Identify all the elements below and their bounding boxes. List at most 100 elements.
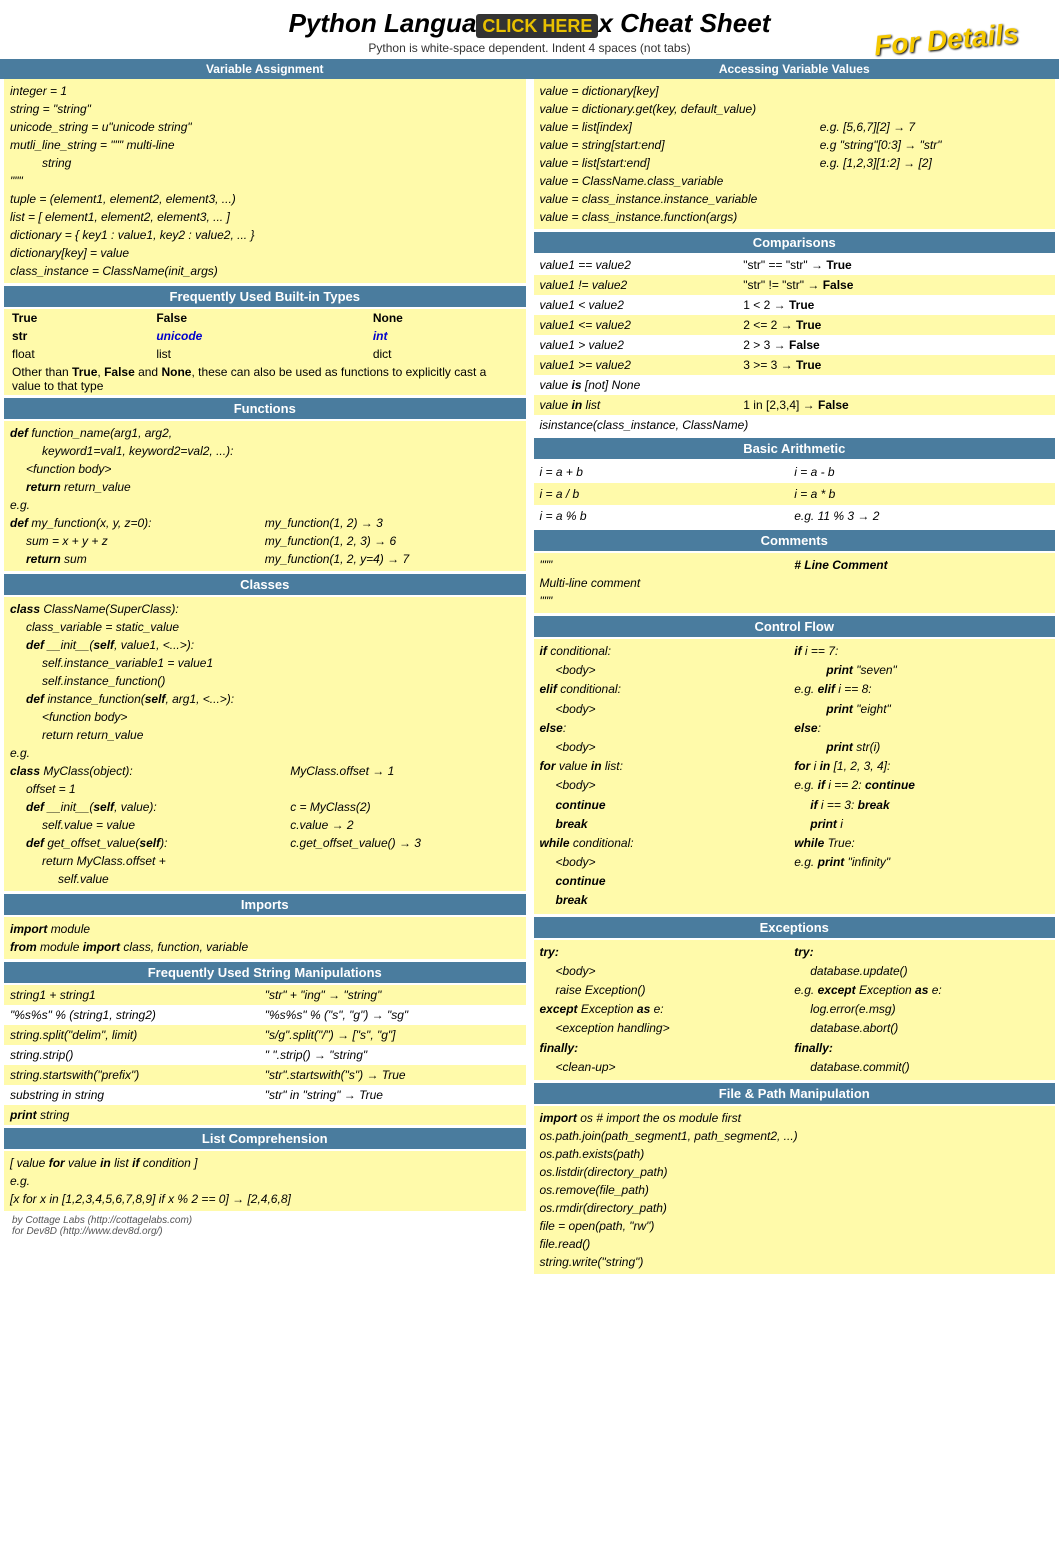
types-table: True False None str unicode int float li… [4, 309, 526, 395]
class-eg-row: class MyClass(object): offset = 1 def __… [10, 762, 520, 888]
control-flow-block: if conditional: <body> elif conditional:… [534, 639, 1056, 914]
file-line: os.remove(file_path) [540, 1181, 1050, 1199]
comp-row: value is [not] None [534, 375, 1056, 395]
file-header: File & Path Manipulation [534, 1083, 1056, 1104]
control-flow-header: Control Flow [534, 616, 1056, 637]
var-line: class_instance = ClassName(init_args) [10, 262, 520, 280]
var-line: dictionary[key] = value [10, 244, 520, 262]
comments-block: """ Multi-line comment """ # Line Commen… [534, 553, 1056, 613]
main-layout: integer = 1 string = "string" unicode_st… [0, 79, 1059, 1274]
cf-left: if conditional: <body> elif conditional:… [540, 642, 795, 911]
func-eg-row: def my_function(x, y, z=0): sum = x + y … [10, 514, 520, 568]
sm-row: substring in string "str" in "string" → … [4, 1085, 526, 1105]
class-line: def instance_function(self, arg1, <...>)… [10, 690, 520, 708]
var-line: string [10, 154, 520, 172]
type-cell: int [365, 327, 526, 345]
func-result: my_function(1, 2, y=4) → 7 [265, 550, 520, 568]
type-cell: float [4, 345, 148, 363]
class-result: c.value → 2 [290, 816, 519, 834]
comp-row: value1 != value2 "str" != "str" → False [534, 275, 1056, 295]
class-line: self.value = value [10, 816, 290, 834]
comp-row: value1 < value2 1 < 2 → True [534, 295, 1056, 315]
var-line: dictionary = { key1 : value1, key2 : val… [10, 226, 520, 244]
var-line: list = [ element1, element2, element3, .… [10, 208, 520, 226]
access-row: value = list[index] e.g. [5,6,7][2] → 7 [540, 118, 1050, 136]
func-line: keyword1=val1, keyword2=val2, ...): [10, 442, 520, 460]
class-result [290, 780, 519, 798]
file-line: string.write("string") [540, 1253, 1050, 1271]
class-line: class MyClass(object): [10, 762, 290, 780]
right-column: value = dictionary[key] value = dictiona… [530, 79, 1059, 1274]
comp-row: value1 <= value2 2 <= 2 → True [534, 315, 1056, 335]
file-line: os.rmdir(directory_path) [540, 1199, 1050, 1217]
func-line: return sum [10, 550, 265, 568]
var-line: integer = 1 [10, 82, 520, 100]
type-cell: unicode [148, 327, 365, 345]
access-row: value = list[start:end] e.g. [1,2,3][1:2… [540, 154, 1050, 172]
control-flow-content: if conditional: <body> elif conditional:… [540, 642, 1050, 911]
title-after: x Cheat Sheet [598, 8, 770, 38]
comparisons-header: Comparisons [534, 232, 1056, 253]
comp-row: value in list 1 in [2,3,4] → False [534, 395, 1056, 415]
functions-block: def function_name(arg1, arg2, keyword1=v… [4, 421, 526, 571]
type-cell: list [148, 345, 365, 363]
lc-line: [ value for value in list if condition ] [10, 1154, 520, 1172]
func-line: sum = x + y + z [10, 532, 265, 550]
comment-line: """ [540, 592, 795, 610]
sm-row: string.strip() " ".strip() → "string" [4, 1045, 526, 1065]
arith-row: i = a % b e.g. 11 % 3 → 2 [534, 505, 1056, 527]
class-line: return MyClass.offset + [10, 852, 290, 870]
import-line: from module import class, function, vari… [10, 938, 520, 956]
imports-header: Imports [4, 894, 526, 915]
footer-line1: by Cottage Labs (http://cottagelabs.com) [12, 1215, 518, 1226]
exceptions-header: Exceptions [534, 917, 1056, 938]
arith-row: i = a / b i = a * b [534, 483, 1056, 505]
comment-line: # Line Comment [794, 556, 1049, 574]
access-row: value = string[start:end] e.g "string"[0… [540, 136, 1050, 154]
top-header-row: Variable Assignment Accessing Variable V… [0, 59, 1059, 79]
var-line: unicode_string = u"unicode string" [10, 118, 520, 136]
class-line: offset = 1 [10, 780, 290, 798]
access-row: value = class_instance.instance_variable [540, 190, 1050, 208]
func-line: <function body> [10, 460, 520, 478]
class-result: MyClass.offset → 1 [290, 762, 519, 780]
var-assign-header: Variable Assignment [0, 59, 530, 79]
list-comp-header: List Comprehension [4, 1128, 526, 1149]
left-column: integer = 1 string = "string" unicode_st… [0, 79, 530, 1274]
comp-row: value1 > value2 2 > 3 → False [534, 335, 1056, 355]
func-line: def function_name(arg1, arg2, [10, 424, 520, 442]
strings-block: string1 + string1 "str" + "ing" → "strin… [4, 985, 526, 1125]
class-line: class ClassName(SuperClass): [10, 600, 520, 618]
footer: by Cottage Labs (http://cottagelabs.com)… [4, 1211, 526, 1241]
type-cell: None [365, 309, 526, 327]
access-row: value = class_instance.function(args) [540, 208, 1050, 226]
comments-row: """ Multi-line comment """ # Line Commen… [540, 556, 1050, 610]
table-row: float list dict [4, 345, 526, 363]
sm-row: string.startswith("prefix") "str".starts… [4, 1065, 526, 1085]
arithmetic-header: Basic Arithmetic [534, 438, 1056, 459]
footer-line2: for Dev8D (http://www.dev8d.org/) [12, 1226, 518, 1237]
comment-line: """ [540, 556, 795, 574]
class-line: def __init__(self, value): [10, 798, 290, 816]
type-cell: dict [365, 345, 526, 363]
var-line: string = "string" [10, 100, 520, 118]
file-line: file.read() [540, 1235, 1050, 1253]
exc-left: try: <body> raise Exception() except Exc… [540, 943, 795, 1077]
type-cell: False [148, 309, 365, 327]
class-line: def __init__(self, value1, <...>): [10, 636, 520, 654]
table-row: True False None [4, 309, 526, 327]
sm-row: string1 + string1 "str" + "ing" → "strin… [4, 985, 526, 1005]
access-block: value = dictionary[key] value = dictiona… [534, 79, 1056, 229]
list-comp-block: [ value for value in list if condition ]… [4, 1151, 526, 1211]
comp-row: value1 == value2 "str" == "str" → True [534, 255, 1056, 275]
table-row: str unicode int [4, 327, 526, 345]
func-line: def my_function(x, y, z=0): [10, 514, 265, 532]
file-line: os.path.join(path_segment1, path_segment… [540, 1127, 1050, 1145]
import-line: import module [10, 920, 520, 938]
functions-header: Functions [4, 398, 526, 419]
exc-right: try: database.update() e.g. except Excep… [794, 943, 1049, 1077]
arith-row: i = a + b i = a - b [534, 461, 1056, 483]
type-cell: str [4, 327, 148, 345]
comp-row: isinstance(class_instance, ClassName) [534, 415, 1056, 435]
click-here-badge[interactable]: CLICK HERE [476, 14, 598, 38]
